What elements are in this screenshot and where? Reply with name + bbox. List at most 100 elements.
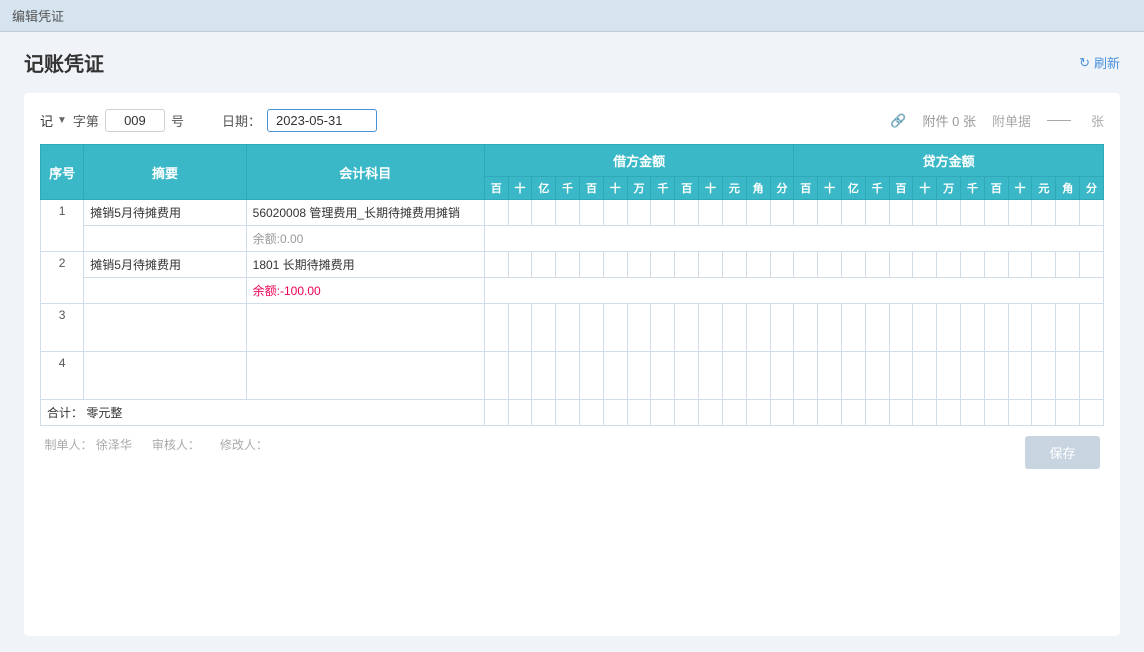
r2-d1[interactable]: [484, 252, 508, 278]
r1-d13[interactable]: [770, 200, 794, 226]
row-1-summary[interactable]: 摊销5月待摊费用: [84, 200, 246, 226]
r2-c5[interactable]: [889, 252, 913, 278]
r2-c6[interactable]: [913, 252, 937, 278]
attach-label: 附件 0 张: [922, 111, 976, 130]
r2-c13[interactable]: [1080, 252, 1104, 278]
total-value: 零元整: [86, 406, 122, 420]
row-4-summary[interactable]: [84, 352, 246, 400]
r1-c8[interactable]: [961, 200, 985, 226]
r2-c8[interactable]: [961, 252, 985, 278]
type-select[interactable]: 记 ▼: [40, 111, 67, 130]
modifier-label: 修改人：: [220, 438, 268, 452]
th-debit: 借方金额: [484, 145, 794, 177]
r2-d6[interactable]: [603, 252, 627, 278]
r2-c7[interactable]: [937, 252, 961, 278]
attach-sheets-btn[interactable]: 附单据: [992, 111, 1031, 130]
r1-c6[interactable]: [913, 200, 937, 226]
row-3-account[interactable]: [246, 304, 484, 352]
voucher-number-input[interactable]: [105, 109, 165, 132]
refresh-button[interactable]: ↻ 刷新: [1079, 53, 1120, 72]
r2-d8[interactable]: [651, 252, 675, 278]
th-sub-shi6: 十: [1008, 177, 1032, 200]
save-button[interactable]: 保存: [1025, 436, 1099, 469]
r1-d9[interactable]: [675, 200, 699, 226]
r2-d10[interactable]: [699, 252, 723, 278]
r2-c10[interactable]: [1008, 252, 1032, 278]
r2-c4[interactable]: [865, 252, 889, 278]
r2-d4[interactable]: [556, 252, 580, 278]
th-sub-yi2: 亿: [841, 177, 865, 200]
r1-c3[interactable]: [841, 200, 865, 226]
title-text: 编辑凭证: [12, 9, 64, 24]
r1-c1[interactable]: [794, 200, 818, 226]
r2-d12[interactable]: [746, 252, 770, 278]
r1-d1[interactable]: [484, 200, 508, 226]
r2-d5[interactable]: [580, 252, 604, 278]
table-row-1-balance: 余额:0.00: [41, 226, 1104, 252]
r1-c12[interactable]: [1056, 200, 1080, 226]
r1-c2[interactable]: [818, 200, 842, 226]
r2-d13[interactable]: [770, 252, 794, 278]
th-sub-bai1: 百: [484, 177, 508, 200]
r1-c7[interactable]: [937, 200, 961, 226]
row-1-account[interactable]: 56020008 管理费用_长期待摊费用摊销: [246, 200, 484, 226]
row-1-seq: 1: [41, 200, 84, 252]
th-sub-shi2: 十: [603, 177, 627, 200]
r1-d4[interactable]: [556, 200, 580, 226]
th-sub-yi1: 亿: [532, 177, 556, 200]
r1-d2[interactable]: [508, 200, 532, 226]
r1-d8[interactable]: [651, 200, 675, 226]
sheets-count-input[interactable]: [1047, 120, 1071, 121]
r2-d9[interactable]: [675, 252, 699, 278]
page-header: 记账凭证 ↻ 刷新: [24, 48, 1120, 77]
attachments-area: 🔗 附件 0 张 附单据 张: [890, 111, 1104, 130]
row-2-summary[interactable]: 摊销5月待摊费用: [84, 252, 246, 278]
r2-c12[interactable]: [1056, 252, 1080, 278]
th-sub-shi3: 十: [699, 177, 723, 200]
r2-d11[interactable]: [722, 252, 746, 278]
title-bar: 编辑凭证: [0, 0, 1144, 32]
r1-c9[interactable]: [984, 200, 1008, 226]
r1-d6[interactable]: [603, 200, 627, 226]
r1-d12[interactable]: [746, 200, 770, 226]
row-4-account[interactable]: [246, 352, 484, 400]
r1-c10[interactable]: [1008, 200, 1032, 226]
th-sub-yuan2: 元: [1032, 177, 1056, 200]
r2-d2[interactable]: [508, 252, 532, 278]
date-label: 日期：: [222, 111, 261, 130]
th-sub-shi4: 十: [818, 177, 842, 200]
type-group: 记 ▼ 字第 号: [40, 109, 184, 132]
th-sub-fen2: 分: [1080, 177, 1104, 200]
r1-c5[interactable]: [889, 200, 913, 226]
r2-c11[interactable]: [1032, 252, 1056, 278]
r1-c11[interactable]: [1032, 200, 1056, 226]
th-sub-bai2: 百: [580, 177, 604, 200]
dropdown-arrow-icon: ▼: [57, 115, 67, 126]
table-row-4: 4: [41, 352, 1104, 400]
th-sub-yuan1: 元: [722, 177, 746, 200]
r1-d11[interactable]: [722, 200, 746, 226]
table-row-3: 3: [41, 304, 1104, 352]
card: 记 ▼ 字第 号 日期： 🔗 附件 0 张: [24, 93, 1120, 636]
row-3-summary[interactable]: [84, 304, 246, 352]
r1-c4[interactable]: [865, 200, 889, 226]
r2-d7[interactable]: [627, 252, 651, 278]
row-2-seq: 2: [41, 252, 84, 304]
r1-d7[interactable]: [627, 200, 651, 226]
window: 编辑凭证 记账凭证 ↻ 刷新 记 ▼ 字第 号: [0, 0, 1144, 652]
r1-d10[interactable]: [699, 200, 723, 226]
th-credit: 贷方金额: [794, 145, 1104, 177]
r1-c13[interactable]: [1080, 200, 1104, 226]
r2-d3[interactable]: [532, 252, 556, 278]
date-input[interactable]: [267, 109, 377, 132]
attachment-icon: 🔗: [890, 113, 906, 129]
r2-c9[interactable]: [984, 252, 1008, 278]
r1-d5[interactable]: [580, 200, 604, 226]
r2-c1[interactable]: [794, 252, 818, 278]
r2-c2[interactable]: [818, 252, 842, 278]
save-cell: 保存: [770, 426, 1103, 470]
r1-d3[interactable]: [532, 200, 556, 226]
table-row-2: 2 摊销5月待摊费用 1801 长期待摊费用: [41, 252, 1104, 278]
row-2-account[interactable]: 1801 长期待摊费用: [246, 252, 484, 278]
r2-c3[interactable]: [841, 252, 865, 278]
